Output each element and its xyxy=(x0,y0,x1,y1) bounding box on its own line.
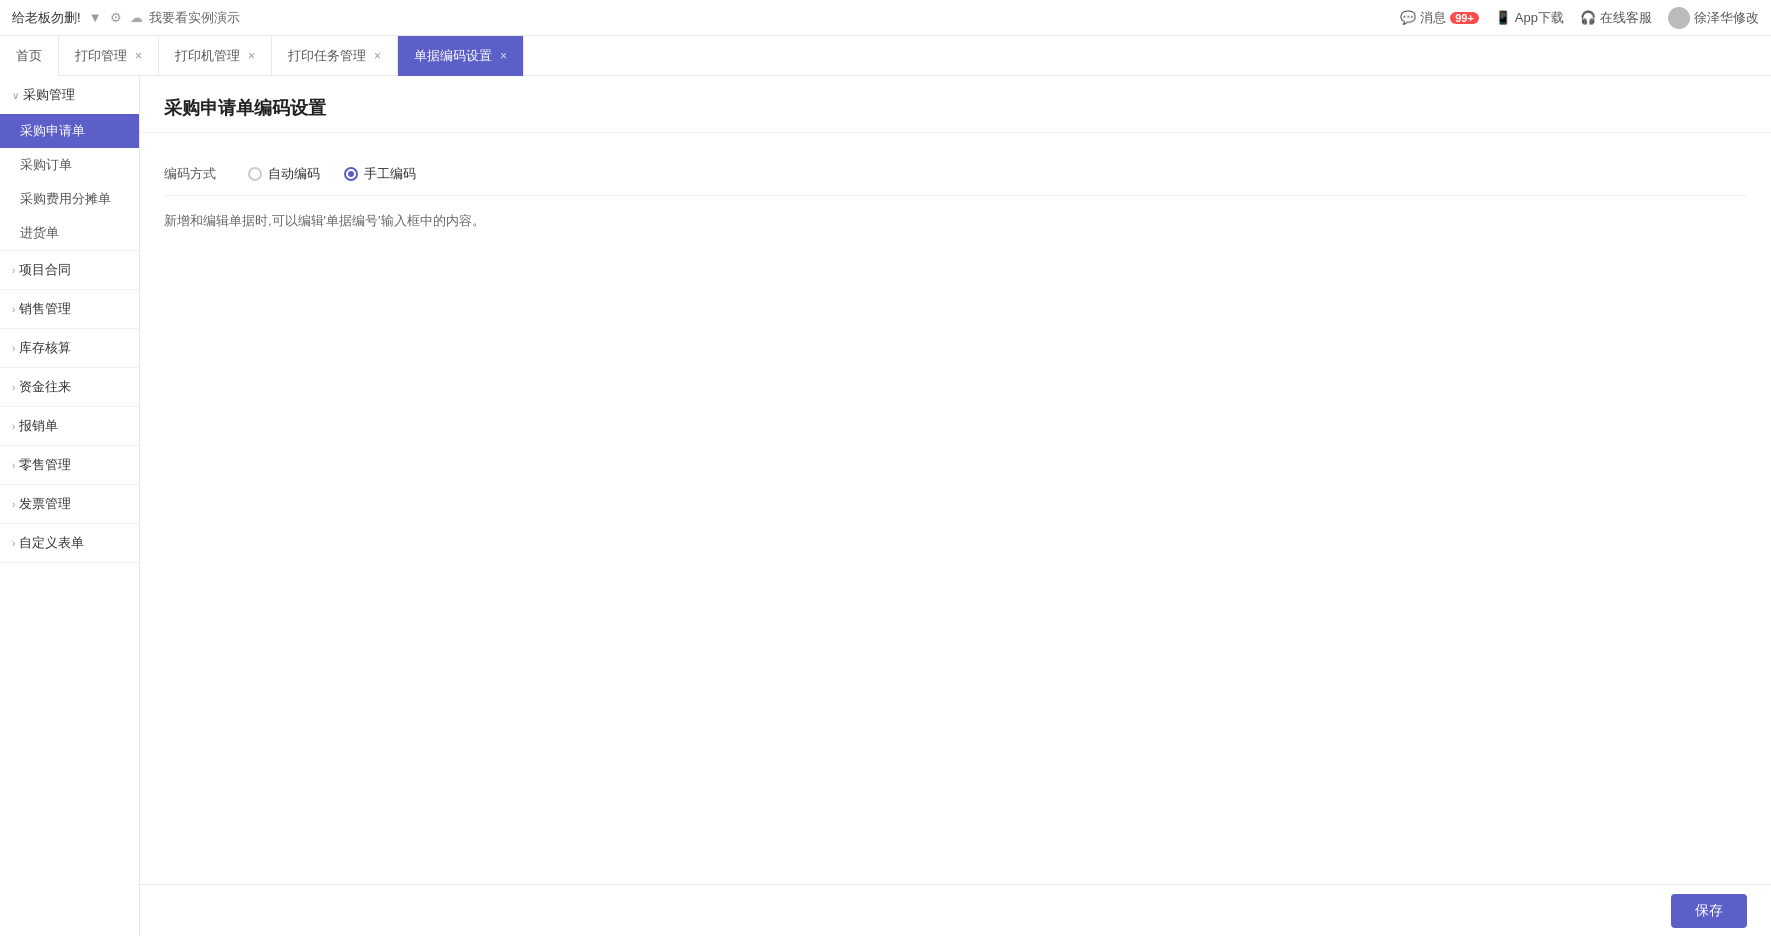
tab-label-home: 首页 xyxy=(16,47,42,65)
tab-printer-mgmt[interactable]: 打印机管理 × xyxy=(159,36,272,76)
auto-code-option[interactable]: 自动编码 xyxy=(248,165,320,183)
manual-code-option[interactable]: 手工编码 xyxy=(344,165,416,183)
user-name: 徐泽华修改 xyxy=(1694,9,1759,27)
dropdown-icon[interactable]: ▼ xyxy=(89,10,102,25)
tab-print-mgmt[interactable]: 打印管理 × xyxy=(59,36,159,76)
sidebar-group-label-returns: 报销单 xyxy=(19,417,58,435)
layout: ∨采购管理采购申请单采购订单采购费用分摊单进货单›项目合同›销售管理›库存核算›… xyxy=(0,76,1771,936)
sidebar-group-label-project-contract: 项目合同 xyxy=(19,261,71,279)
tab-home[interactable]: 首页 xyxy=(0,36,59,76)
customer-service-label: 在线客服 xyxy=(1600,9,1652,27)
sidebar-group-label-invoice: 发票管理 xyxy=(19,495,71,513)
sidebar-group-title-custom-form[interactable]: › 自定义表单 xyxy=(0,524,139,562)
chevron-icon-sales: › xyxy=(12,304,15,315)
encoding-row: 编码方式 自动编码 手工编码 xyxy=(164,153,1747,196)
top-bar: 给老板勿删! ▼ ⚙ ☁ 我要看实例演示 💬 消息 99+ 📱 App下载 🎧 … xyxy=(0,0,1771,36)
sidebar-group-funds: › 资金往来 xyxy=(0,368,139,407)
auto-code-radio[interactable] xyxy=(248,167,262,181)
page-title: 采购申请单编码设置 xyxy=(164,96,1747,120)
tab-label-order-code: 单据编码设置 xyxy=(414,47,492,65)
user-menu[interactable]: 徐泽华修改 xyxy=(1668,7,1759,29)
main-content: 采购申请单编码设置 编码方式 自动编码 手工编码 新增和编辑单据时,可以编辑'单… xyxy=(140,76,1771,936)
tab-print-task[interactable]: 打印任务管理 × xyxy=(272,36,398,76)
tab-label-printer-mgmt: 打印机管理 xyxy=(175,47,240,65)
message-button[interactable]: 💬 消息 99+ xyxy=(1400,9,1479,27)
tab-label-print-mgmt: 打印管理 xyxy=(75,47,127,65)
top-bar-left: 给老板勿删! ▼ ⚙ ☁ 我要看实例演示 xyxy=(12,9,240,27)
sidebar-group-label-inventory: 库存核算 xyxy=(19,339,71,357)
sidebar-group-title-returns[interactable]: › 报销单 xyxy=(0,407,139,445)
manual-code-label: 手工编码 xyxy=(364,165,416,183)
sidebar-item-purchase-expense[interactable]: 采购费用分摊单 xyxy=(0,182,139,216)
chevron-icon-project-contract: › xyxy=(12,265,15,276)
sidebar-item-incoming[interactable]: 进货单 xyxy=(0,216,139,250)
sidebar-group-project-contract: › 项目合同 xyxy=(0,251,139,290)
sidebar-group-invoice: › 发票管理 xyxy=(0,485,139,524)
message-icon: 💬 xyxy=(1400,10,1416,25)
sidebar-group-title-purchase[interactable]: ∨ 采购管理 xyxy=(0,76,139,114)
chevron-icon-invoice: › xyxy=(12,499,15,510)
content-area: 编码方式 自动编码 手工编码 新增和编辑单据时,可以编辑'单据编号'输入框中的内… xyxy=(140,133,1771,884)
tab-close-print-mgmt[interactable]: × xyxy=(135,49,142,63)
cloud-icon: ☁ xyxy=(130,10,143,25)
customer-service-button[interactable]: 🎧 在线客服 xyxy=(1580,9,1652,27)
footer-bar: 保存 xyxy=(140,884,1771,936)
sidebar-group-retail: › 零售管理 xyxy=(0,446,139,485)
hint-text: 新增和编辑单据时,可以编辑'单据编号'输入框中的内容。 xyxy=(164,212,1747,230)
sidebar-item-purchase-order[interactable]: 采购订单 xyxy=(0,148,139,182)
message-badge: 99+ xyxy=(1450,12,1479,24)
chevron-icon-inventory: › xyxy=(12,343,15,354)
headset-icon: 🎧 xyxy=(1580,10,1596,25)
tab-bar: 首页 打印管理 × 打印机管理 × 打印任务管理 × 单据编码设置 × xyxy=(0,36,1771,76)
tab-order-code[interactable]: 单据编码设置 × xyxy=(398,36,524,76)
sidebar-group-title-invoice[interactable]: › 发票管理 xyxy=(0,485,139,523)
sidebar-group-sales: › 销售管理 xyxy=(0,290,139,329)
app-download-label: App下载 xyxy=(1515,9,1564,27)
sidebar-group-title-funds[interactable]: › 资金往来 xyxy=(0,368,139,406)
tab-close-printer-mgmt[interactable]: × xyxy=(248,49,255,63)
tab-close-order-code[interactable]: × xyxy=(500,49,507,63)
tab-close-print-task[interactable]: × xyxy=(374,49,381,63)
sidebar-group-label-custom-form: 自定义表单 xyxy=(19,534,84,552)
sidebar-group-purchase: ∨ 采购管理采购申请单采购订单采购费用分摊单进货单 xyxy=(0,76,139,251)
app-download-button[interactable]: 📱 App下载 xyxy=(1495,9,1564,27)
sidebar-group-title-retail[interactable]: › 零售管理 xyxy=(0,446,139,484)
encoding-label: 编码方式 xyxy=(164,165,224,183)
chevron-icon-purchase: ∨ xyxy=(12,90,19,101)
avatar xyxy=(1668,7,1690,29)
sidebar-group-custom-form: › 自定义表单 xyxy=(0,524,139,563)
sidebar-group-title-inventory[interactable]: › 库存核算 xyxy=(0,329,139,367)
top-bar-right: 💬 消息 99+ 📱 App下载 🎧 在线客服 徐泽华修改 xyxy=(1400,7,1759,29)
chevron-icon-retail: › xyxy=(12,460,15,471)
message-label: 消息 xyxy=(1420,9,1446,27)
sidebar-group-label-sales: 销售管理 xyxy=(19,300,71,318)
sidebar-group-inventory: › 库存核算 xyxy=(0,329,139,368)
save-button[interactable]: 保存 xyxy=(1671,894,1747,928)
sidebar: ∨采购管理采购申请单采购订单采购费用分摊单进货单›项目合同›销售管理›库存核算›… xyxy=(0,76,140,936)
page-header: 采购申请单编码设置 xyxy=(140,76,1771,133)
sidebar-group-title-project-contract[interactable]: › 项目合同 xyxy=(0,251,139,289)
auto-code-label: 自动编码 xyxy=(268,165,320,183)
search-area: ☁ 我要看实例演示 xyxy=(130,9,240,27)
sidebar-group-label-purchase: 采购管理 xyxy=(23,86,75,104)
sidebar-item-purchase-request[interactable]: 采购申请单 xyxy=(0,114,139,148)
top-bar-icons: ▼ ⚙ xyxy=(89,10,122,25)
manual-code-radio[interactable] xyxy=(344,167,358,181)
chevron-icon-custom-form: › xyxy=(12,538,15,549)
sidebar-group-title-sales[interactable]: › 销售管理 xyxy=(0,290,139,328)
sidebar-group-label-funds: 资金往来 xyxy=(19,378,71,396)
phone-icon: 📱 xyxy=(1495,10,1511,25)
settings-icon[interactable]: ⚙ xyxy=(110,10,122,25)
tab-label-print-task: 打印任务管理 xyxy=(288,47,366,65)
sidebar-group-label-retail: 零售管理 xyxy=(19,456,71,474)
sidebar-group-returns: › 报销单 xyxy=(0,407,139,446)
app-title: 给老板勿删! xyxy=(12,9,81,27)
chevron-icon-funds: › xyxy=(12,382,15,393)
search-text[interactable]: 我要看实例演示 xyxy=(149,9,240,27)
chevron-icon-returns: › xyxy=(12,421,15,432)
